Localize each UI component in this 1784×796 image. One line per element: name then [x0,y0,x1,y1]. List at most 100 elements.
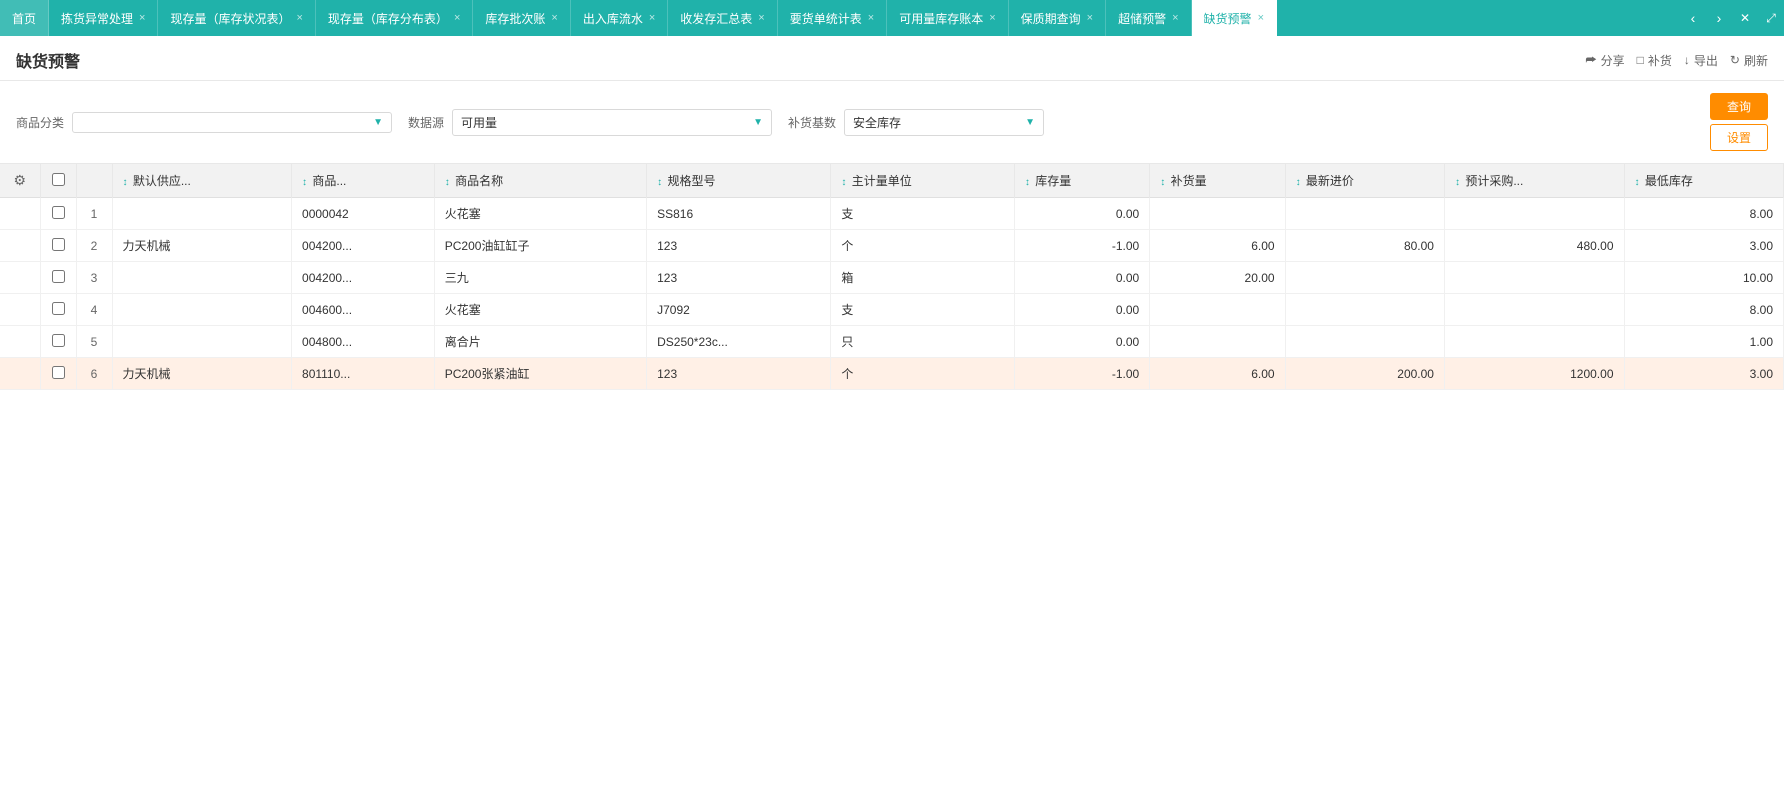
header-actions: ⮫ 分享 □ 补货 ↓ 导出 ↻ 刷新 [1585,52,1768,69]
cell-checkbox[interactable] [40,326,76,358]
replenish-base-value: 安全库存 [853,114,901,131]
tab-close-stock-status[interactable]: × [296,12,302,24]
tab-close-shortage[interactable]: × [1258,12,1264,24]
tab-next-btn[interactable]: › [1706,0,1732,36]
select-all-checkbox[interactable] [52,173,65,186]
cell-stock: -1.00 [1014,230,1149,262]
th-supplier[interactable]: ↕ 默认供应... [112,164,292,198]
cell-replenish [1150,326,1285,358]
cell-name: 离合片 [434,326,646,358]
th-checkbox[interactable] [40,164,76,198]
tab-close-recv[interactable]: × [758,12,764,24]
replenish-base-arrow-icon: ▼ [1025,117,1035,128]
cell-name: 火花塞 [434,198,646,230]
tab-home[interactable]: 首页 [0,0,49,36]
row-checkbox-2[interactable] [52,270,65,283]
sort-icon: ↕ [302,177,307,188]
th-gear[interactable]: ⚙ [0,164,40,198]
tab-stock-status[interactable]: 现存量（库存状况表）× [158,0,315,36]
th-code[interactable]: ↕ 商品... [292,164,435,198]
cell-gear [0,230,40,262]
cell-name: PC200张紧油缸 [434,358,646,390]
tab-demand[interactable]: 要货单统计表× [778,0,887,36]
th-latest-price[interactable]: ↕ 最新进价 [1285,164,1444,198]
tab-expire[interactable]: 保质期查询× [1009,0,1106,36]
category-select[interactable]: ▼ [72,112,392,133]
settings-button[interactable]: 设置 [1710,124,1768,151]
datasource-select[interactable]: 可用量 ▼ [452,109,772,136]
table-body: 1 0000042 火花塞 SS816 支 0.00 8.00 2 力天机械 0… [0,198,1784,390]
cell-est-purchase: 480.00 [1444,230,1624,262]
cell-gear [0,294,40,326]
tab-close-overstock[interactable]: × [1172,12,1178,24]
row-checkbox-1[interactable] [52,238,65,251]
tab-batch[interactable]: 库存批次账× [473,0,570,36]
tab-shortage[interactable]: 缺货预警× [1192,0,1277,36]
replenish-btn[interactable]: □ 补货 [1637,52,1672,69]
cell-latest-price [1285,294,1444,326]
cell-spec: DS250*23c... [647,326,831,358]
cell-name: PC200油缸缸子 [434,230,646,262]
cell-checkbox[interactable] [40,294,76,326]
cell-checkbox[interactable] [40,230,76,262]
export-icon: ↓ [1684,53,1690,67]
th-unit[interactable]: ↕ 主计量单位 [831,164,1015,198]
replenish-base-select[interactable]: 安全库存 ▼ [844,109,1044,136]
th-name[interactable]: ↕ 商品名称 [434,164,646,198]
tab-fullscreen-btn[interactable]: ⤢ [1758,0,1784,36]
cell-replenish: 6.00 [1150,358,1285,390]
th-stock[interactable]: ↕ 库存量 [1014,164,1149,198]
tab-flow[interactable]: 出入库流水× [571,0,668,36]
refresh-btn[interactable]: ↻ 刷新 [1730,52,1768,69]
sort-icon: ↕ [657,177,662,188]
cell-unit: 只 [831,326,1015,358]
row-checkbox-3[interactable] [52,302,65,315]
cell-checkbox[interactable] [40,198,76,230]
datasource-value: 可用量 [461,114,497,131]
th-min-stock[interactable]: ↕ 最低库存 [1624,164,1784,198]
tab-available[interactable]: 可用量库存账本× [887,0,1008,36]
cell-min-stock: 10.00 [1624,262,1784,294]
row-checkbox-0[interactable] [52,206,65,219]
sort-icon: ↕ [1296,177,1301,188]
cell-min-stock: 8.00 [1624,198,1784,230]
share-btn[interactable]: ⮫ 分享 [1585,52,1624,69]
th-est-purchase[interactable]: ↕ 预计采购... [1444,164,1624,198]
tab-exception[interactable]: 拣货异常处理× [49,0,158,36]
cell-checkbox[interactable] [40,262,76,294]
tab-overstock[interactable]: 超储预警× [1106,0,1191,36]
cell-min-stock: 3.00 [1624,230,1784,262]
tab-prev-btn[interactable]: ‹ [1680,0,1706,36]
th-spec[interactable]: ↕ 规格型号 [647,164,831,198]
row-checkbox-5[interactable] [52,366,65,379]
cell-checkbox[interactable] [40,358,76,390]
tab-close-demand[interactable]: × [868,12,874,24]
cell-latest-price [1285,326,1444,358]
cell-num: 1 [76,198,112,230]
tab-recv[interactable]: 收发存汇总表× [668,0,777,36]
cell-spec: 123 [647,262,831,294]
tab-stock-dist[interactable]: 现存量（库存分布表）× [316,0,473,36]
cell-supplier [112,198,292,230]
sort-icon: ↕ [841,177,846,188]
cell-num: 4 [76,294,112,326]
cell-unit: 箱 [831,262,1015,294]
table-row: 1 0000042 火花塞 SS816 支 0.00 8.00 [0,198,1784,230]
category-label: 商品分类 [16,114,64,131]
export-btn[interactable]: ↓ 导出 [1684,52,1718,69]
th-replenish[interactable]: ↕ 补货量 [1150,164,1285,198]
cell-gear [0,326,40,358]
cell-latest-price [1285,262,1444,294]
tab-close-flow[interactable]: × [649,12,655,24]
cell-num: 3 [76,262,112,294]
tab-close-all-btn[interactable]: ✕ [1732,0,1758,36]
tab-close-exception[interactable]: × [139,12,145,24]
query-button[interactable]: 查询 [1710,93,1768,120]
tab-close-stock-dist[interactable]: × [454,12,460,24]
cell-code: 801110... [292,358,435,390]
tab-close-batch[interactable]: × [551,12,557,24]
cell-replenish: 20.00 [1150,262,1285,294]
tab-close-expire[interactable]: × [1087,12,1093,24]
tab-close-available[interactable]: × [989,12,995,24]
row-checkbox-4[interactable] [52,334,65,347]
